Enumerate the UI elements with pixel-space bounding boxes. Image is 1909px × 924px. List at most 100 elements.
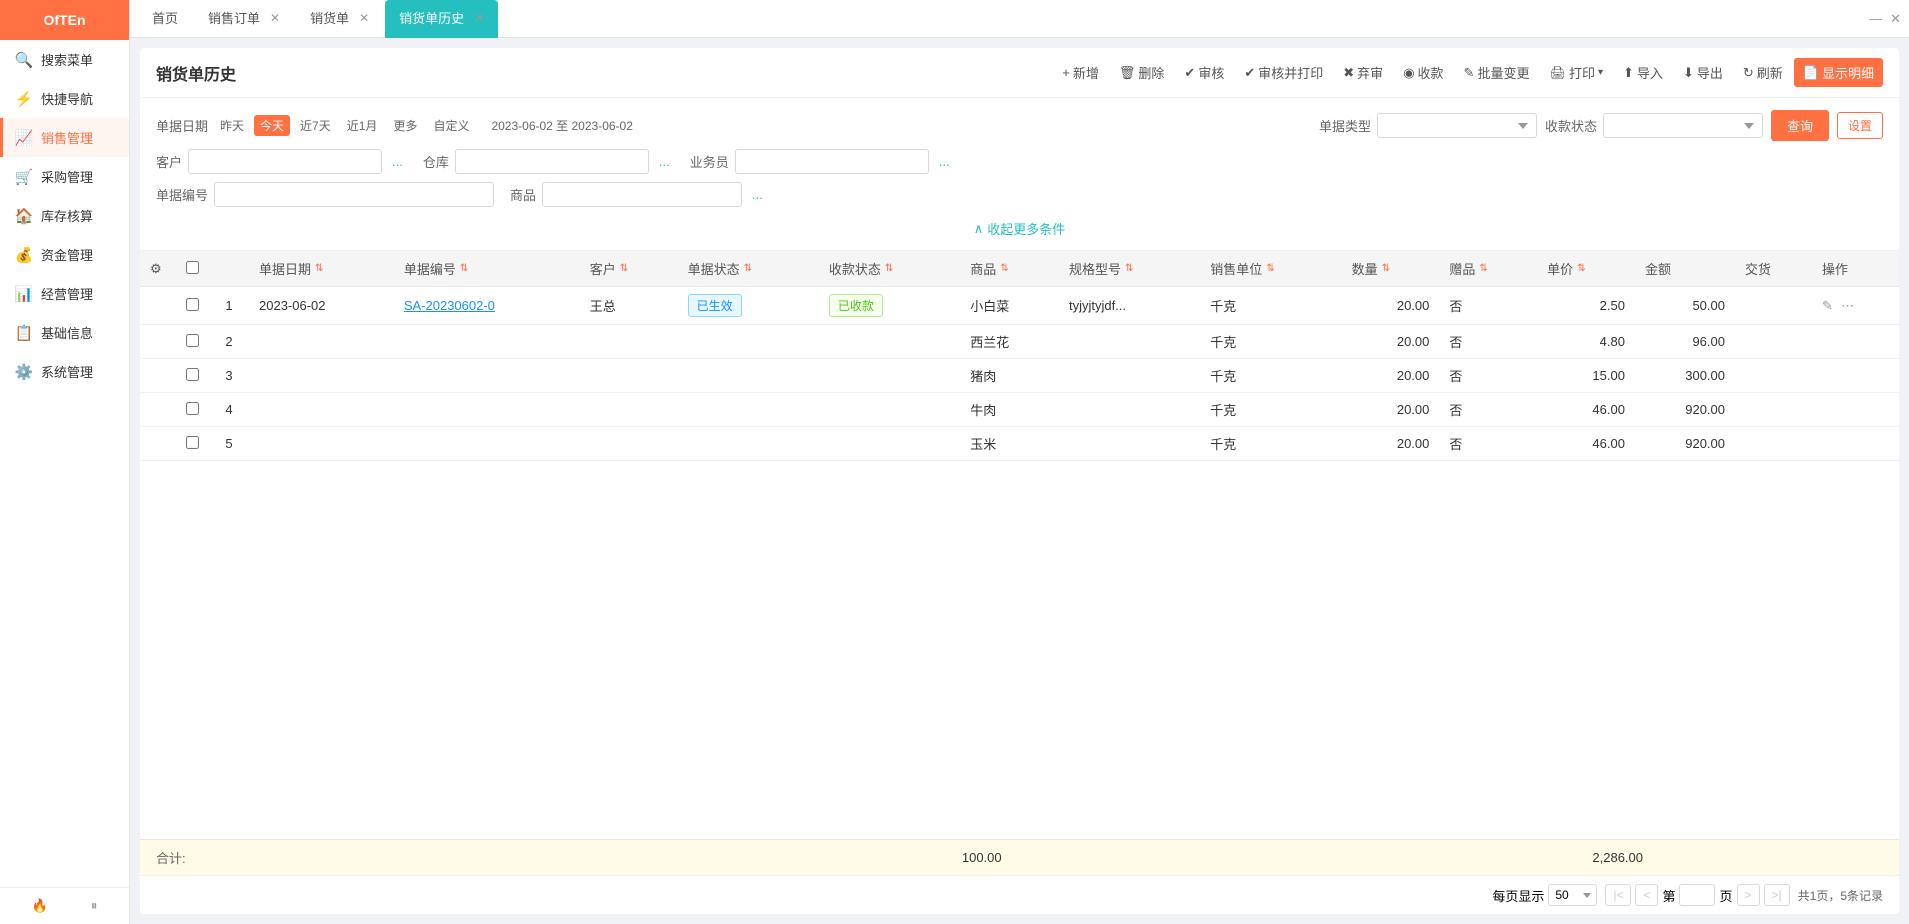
tab-sales-history[interactable]: 销货单历史 ✕: [385, 0, 498, 38]
order-num-input[interactable]: [214, 182, 494, 207]
td-amount: 920.00: [1635, 427, 1735, 461]
review-print-button[interactable]: ✔ 审核并打印: [1235, 58, 1332, 87]
td-customer: [580, 325, 678, 359]
delete-button[interactable]: 🗑 删除: [1110, 58, 1174, 87]
th-gift[interactable]: 赠品 ⇅: [1439, 251, 1537, 287]
tab-sales-order[interactable]: 销售订单 ✕: [194, 0, 294, 38]
goods-input[interactable]: [542, 182, 742, 207]
edit-icon[interactable]: ✎: [1822, 298, 1833, 314]
fire-icon[interactable]: 🔥: [32, 898, 48, 914]
th-order-no[interactable]: 单据编号 ⇅: [394, 251, 580, 287]
query-button[interactable]: 查询: [1771, 110, 1829, 141]
batch-change-button[interactable]: ✎ 批量变更: [1455, 58, 1539, 87]
export-button[interactable]: ⬇ 导出: [1674, 58, 1732, 87]
sidebar-item-search-menu[interactable]: 🔍 搜索菜单: [0, 40, 129, 79]
th-price[interactable]: 单价 ⇅: [1537, 251, 1635, 287]
customer-input[interactable]: [188, 149, 382, 174]
row-checkbox[interactable]: [186, 298, 199, 311]
row-checkbox[interactable]: [186, 402, 199, 415]
close-all-icon[interactable]: ✕: [1890, 11, 1901, 27]
td-spec: [1059, 393, 1200, 427]
th-gear[interactable]: ⚙: [140, 251, 176, 287]
import-button[interactable]: ⬆ 导入: [1614, 58, 1672, 87]
sidebar-item-operations[interactable]: 📊 经营管理: [0, 274, 129, 313]
th-customer[interactable]: 客户 ⇅: [580, 251, 678, 287]
minimize-icon[interactable]: —: [1869, 11, 1882, 26]
date-btn-today[interactable]: 今天: [254, 115, 290, 136]
pay-status-select[interactable]: [1603, 113, 1763, 138]
first-page-btn[interactable]: |<: [1605, 884, 1631, 906]
next-page-btn[interactable]: >: [1737, 884, 1760, 906]
warehouse-label: 仓库: [423, 152, 449, 171]
sidebar-item-base-info[interactable]: 📋 基础信息: [0, 313, 129, 352]
review-button[interactable]: ✔ 审核: [1175, 58, 1233, 87]
warehouse-ellipsis[interactable]: ...: [655, 152, 674, 171]
tab-home[interactable]: 首页: [138, 0, 192, 38]
sidebar-item-purchase-mgmt[interactable]: 🛒 采购管理: [0, 157, 129, 196]
td-checkbox[interactable]: [176, 359, 209, 393]
per-page-select[interactable]: 50 20 100: [1548, 884, 1597, 906]
warehouse-input[interactable]: [455, 149, 649, 174]
sidebar-item-finance[interactable]: 💰 资金管理: [0, 235, 129, 274]
td-checkbox[interactable]: [176, 287, 209, 325]
th-order-status[interactable]: 单据状态 ⇅: [678, 251, 819, 287]
collapse-row[interactable]: ∧ 收起更多条件: [156, 215, 1883, 242]
settings-button[interactable]: 设置: [1837, 112, 1883, 139]
th-date[interactable]: 单据日期 ⇅: [249, 251, 394, 287]
abandon-button[interactable]: ✖ 弃审: [1334, 58, 1392, 87]
show-detail-button[interactable]: 📄 显示明细: [1794, 58, 1883, 87]
add-button[interactable]: + 新增: [1053, 58, 1108, 87]
row-checkbox[interactable]: [186, 368, 199, 381]
th-spec[interactable]: 规格型号 ⇅: [1059, 251, 1200, 287]
salesperson-ellipsis[interactable]: ...: [935, 152, 954, 171]
td-date: [249, 359, 394, 393]
sidebar-item-label: 快捷导航: [41, 89, 93, 108]
th-goods[interactable]: 商品 ⇅: [960, 251, 1059, 287]
td-amount: 50.00: [1635, 287, 1735, 325]
review-print-icon: ✔: [1244, 65, 1255, 81]
refresh-button[interactable]: ↻ 刷新: [1734, 58, 1792, 87]
row-checkbox[interactable]: [186, 334, 199, 347]
collect-button[interactable]: ◉ 收款: [1394, 58, 1452, 87]
th-pay-status[interactable]: 收款状态 ⇅: [819, 251, 960, 287]
sidebar-item-quick-nav[interactable]: ⚡ 快捷导航: [0, 79, 129, 118]
row-checkbox[interactable]: [186, 436, 199, 449]
prev-page-btn[interactable]: <: [1635, 884, 1658, 906]
td-qty: 20.00: [1342, 393, 1440, 427]
gift-sort-icon: ⇅: [1479, 263, 1487, 274]
page-input[interactable]: 1: [1679, 884, 1715, 906]
date-btn-custom[interactable]: 自定义: [427, 115, 475, 136]
th-unit[interactable]: 销售单位 ⇅: [1200, 251, 1341, 287]
pause-icon[interactable]: ⏸: [91, 898, 98, 914]
date-btn-last1m[interactable]: 近1月: [341, 115, 384, 136]
order-no-link[interactable]: SA-20230602-0: [404, 298, 495, 313]
tab-sales-goods[interactable]: 销货单 ✕: [296, 0, 383, 38]
date-btn-more[interactable]: 更多: [387, 115, 423, 136]
sidebar-item-sys-mgmt[interactable]: ⚙️ 系统管理: [0, 352, 129, 391]
th-qty[interactable]: 数量 ⇅: [1342, 251, 1440, 287]
import-label: 导入: [1637, 63, 1663, 82]
export-icon: ⬇: [1683, 65, 1694, 81]
customer-ellipsis[interactable]: ...: [388, 152, 407, 171]
sidebar-item-sales-mgmt[interactable]: 📈 销售管理: [0, 118, 129, 157]
action-icons: ✎ ⋯: [1822, 298, 1889, 314]
more-icon[interactable]: ⋯: [1841, 298, 1854, 314]
tab-sales-goods-close[interactable]: ✕: [359, 11, 369, 25]
td-checkbox[interactable]: [176, 325, 209, 359]
tab-sales-history-close[interactable]: ✕: [474, 11, 484, 25]
date-btn-yesterday[interactable]: 昨天: [214, 115, 250, 136]
print-button[interactable]: 🖨 打印 ▾: [1540, 58, 1612, 87]
goods-ellipsis[interactable]: ...: [748, 185, 767, 204]
last-page-btn[interactable]: >|: [1764, 884, 1790, 906]
sidebar-item-inventory[interactable]: 🏠 库存核算: [0, 196, 129, 235]
td-action: [1812, 325, 1899, 359]
tab-sales-order-close[interactable]: ✕: [270, 11, 280, 25]
td-checkbox[interactable]: [176, 427, 209, 461]
date-btn-last7[interactable]: 近7天: [294, 115, 337, 136]
sys-mgmt-icon: ⚙️: [15, 363, 33, 381]
select-all-checkbox[interactable]: [186, 261, 199, 274]
td-checkbox[interactable]: [176, 393, 209, 427]
salesperson-input[interactable]: [735, 149, 929, 174]
td-deal: [1735, 359, 1812, 393]
type-select[interactable]: [1377, 113, 1537, 138]
